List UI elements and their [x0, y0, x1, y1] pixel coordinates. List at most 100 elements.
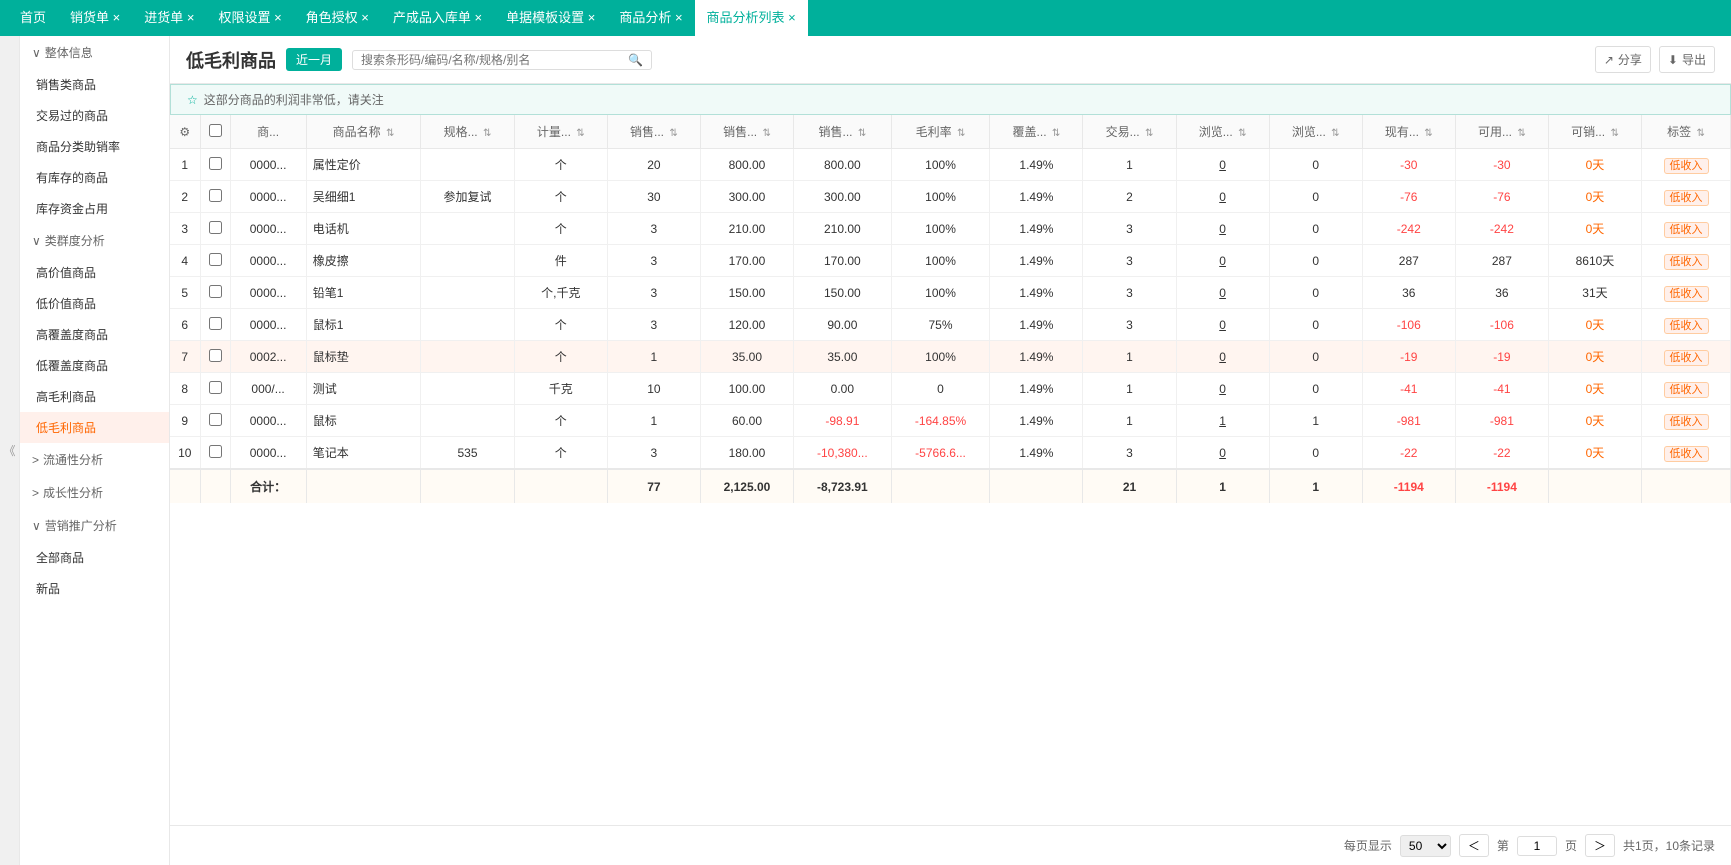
sidebar-item[interactable]: 高价值商品: [20, 257, 169, 288]
table-cell: -981: [1362, 405, 1455, 437]
col-header-1[interactable]: [200, 115, 230, 149]
col-header-8[interactable]: 销售... ⇅: [794, 115, 892, 149]
table-cell: 35.00: [794, 341, 892, 373]
table-cell: 属性定价: [306, 149, 421, 181]
sidebar-item[interactable]: 高毛利商品: [20, 381, 169, 412]
col-header-10[interactable]: 覆盖... ⇅: [990, 115, 1083, 149]
filter-btn[interactable]: 近一月: [286, 48, 342, 71]
col-header-4[interactable]: 规格... ⇅: [421, 115, 515, 149]
top-nav: 首页销货单 ×进货单 ×权限设置 ×角色授权 ×产成品入库单 ×单据模板设置 ×…: [0, 0, 1731, 36]
table-cell: 个,千克: [514, 277, 607, 309]
sidebar-item[interactable]: 新品: [20, 573, 169, 604]
share-button[interactable]: ↗ 分享: [1595, 46, 1651, 73]
col-header-9[interactable]: 毛利率 ⇅: [891, 115, 990, 149]
nav-item[interactable]: 进货单 ×: [132, 0, 206, 36]
nav-item[interactable]: 商品分析列表 ×: [695, 0, 808, 36]
table-cell: 170.00: [700, 245, 793, 277]
search-icon[interactable]: 🔍: [628, 53, 643, 67]
nav-item[interactable]: 角色授权 ×: [294, 0, 381, 36]
table-cell: 210.00: [700, 213, 793, 245]
nav-item[interactable]: 销货单 ×: [58, 0, 132, 36]
table-cell: 3: [607, 437, 700, 470]
table-cell: 000/...: [230, 373, 306, 405]
col-header-0[interactable]: ⚙: [170, 115, 200, 149]
nav-item[interactable]: 商品分析 ×: [607, 0, 694, 36]
table-cell: 150.00: [794, 277, 892, 309]
col-header-15[interactable]: 可用... ⇅: [1455, 115, 1548, 149]
sidebar-group-title[interactable]: ∨整体信息: [20, 36, 169, 69]
sidebar-item[interactable]: 高覆盖度商品: [20, 319, 169, 350]
sidebar-collapse-btn[interactable]: 《: [0, 36, 20, 865]
col-header-16[interactable]: 可销... ⇅: [1548, 115, 1641, 149]
sidebar-group-title[interactable]: ∨类群度分析: [20, 224, 169, 257]
table-cell: 低收入: [1642, 213, 1731, 245]
table-cell: -76: [1362, 181, 1455, 213]
table-cell: 35.00: [700, 341, 793, 373]
nav-item[interactable]: 产成品入库单 ×: [381, 0, 494, 36]
footer-cell-3: [306, 469, 421, 503]
table-cell: 0: [1269, 341, 1362, 373]
sidebar-item[interactable]: 低毛利商品: [20, 412, 169, 443]
col-header-17[interactable]: 标签 ⇅: [1642, 115, 1731, 149]
search-input[interactable]: [361, 53, 628, 67]
table-cell: 0天: [1548, 213, 1641, 245]
table-cell: 3: [607, 213, 700, 245]
export-button[interactable]: ⬇ 导出: [1659, 46, 1715, 73]
footer-cell-1: [200, 469, 230, 503]
col-header-12[interactable]: 浏览... ⇅: [1176, 115, 1269, 149]
table-cell: 低收入: [1642, 277, 1731, 309]
table-cell: 100%: [891, 181, 990, 213]
footer-cell-4: [421, 469, 515, 503]
col-header-3[interactable]: 商品名称 ⇅: [306, 115, 421, 149]
table-cell: 287: [1455, 245, 1548, 277]
footer-cell-16: [1548, 469, 1641, 503]
nav-item[interactable]: 单据模板设置 ×: [494, 0, 607, 36]
sidebar-item[interactable]: 交易过的商品: [20, 100, 169, 131]
col-header-7[interactable]: 销售... ⇅: [700, 115, 793, 149]
sidebar: ∨整体信息销售类商品交易过的商品商品分类助销率有库存的商品库存资金占用∨类群度分…: [20, 36, 170, 865]
page-input[interactable]: [1517, 836, 1557, 856]
sidebar-item[interactable]: 全部商品: [20, 542, 169, 573]
table-cell: 0.00: [794, 373, 892, 405]
table-cell: 1: [1083, 405, 1176, 437]
col-header-5[interactable]: 计量... ⇅: [514, 115, 607, 149]
table-cell: 9: [170, 405, 200, 437]
col-header-6[interactable]: 销售... ⇅: [607, 115, 700, 149]
footer-cell-13: 1: [1269, 469, 1362, 503]
sidebar-item[interactable]: 低价值商品: [20, 288, 169, 319]
page-label-pre: 第: [1497, 837, 1509, 854]
sidebar-item[interactable]: 销售类商品: [20, 69, 169, 100]
table-cell: 8610天: [1548, 245, 1641, 277]
nav-item[interactable]: 首页: [8, 0, 58, 36]
export-icon: ⬇: [1668, 53, 1678, 67]
sidebar-item[interactable]: 商品分类助销率: [20, 131, 169, 162]
page-header: 低毛利商品 近一月 🔍 ↗ 分享 ⬇ 导出: [170, 36, 1731, 84]
col-header-2[interactable]: 商...: [230, 115, 306, 149]
col-header-13[interactable]: 浏览... ⇅: [1269, 115, 1362, 149]
sidebar-item[interactable]: 库存资金占用: [20, 193, 169, 224]
table-cell: -41: [1362, 373, 1455, 405]
table-cell: 7: [170, 341, 200, 373]
prev-page-btn[interactable]: ＜: [1459, 834, 1489, 857]
sidebar-group-title[interactable]: ∨营销推广分析: [20, 509, 169, 542]
table-cell: 0: [1269, 245, 1362, 277]
table-cell: 1.49%: [990, 437, 1083, 470]
col-header-11[interactable]: 交易... ⇅: [1083, 115, 1176, 149]
table-cell: 0: [1269, 149, 1362, 181]
page-size-select[interactable]: 50 100: [1400, 835, 1451, 857]
sidebar-item[interactable]: 有库存的商品: [20, 162, 169, 193]
sidebar-item[interactable]: 低覆盖度商品: [20, 350, 169, 381]
table-cell: 0: [1269, 309, 1362, 341]
table-cell: [200, 213, 230, 245]
nav-item[interactable]: 权限设置 ×: [206, 0, 293, 36]
col-header-14[interactable]: 现有... ⇅: [1362, 115, 1455, 149]
table-cell: 210.00: [794, 213, 892, 245]
notice-icon: ☆: [187, 93, 198, 107]
sidebar-group-title[interactable]: >成长性分析: [20, 476, 169, 509]
table-cell: 100%: [891, 213, 990, 245]
data-table: ⚙商...商品名称 ⇅规格... ⇅计量... ⇅销售... ⇅销售... ⇅销…: [170, 115, 1731, 503]
search-box: 🔍: [352, 50, 652, 70]
select-all-checkbox[interactable]: [209, 124, 222, 137]
sidebar-group-title[interactable]: >流通性分析: [20, 443, 169, 476]
next-page-btn[interactable]: ＞: [1585, 834, 1615, 857]
